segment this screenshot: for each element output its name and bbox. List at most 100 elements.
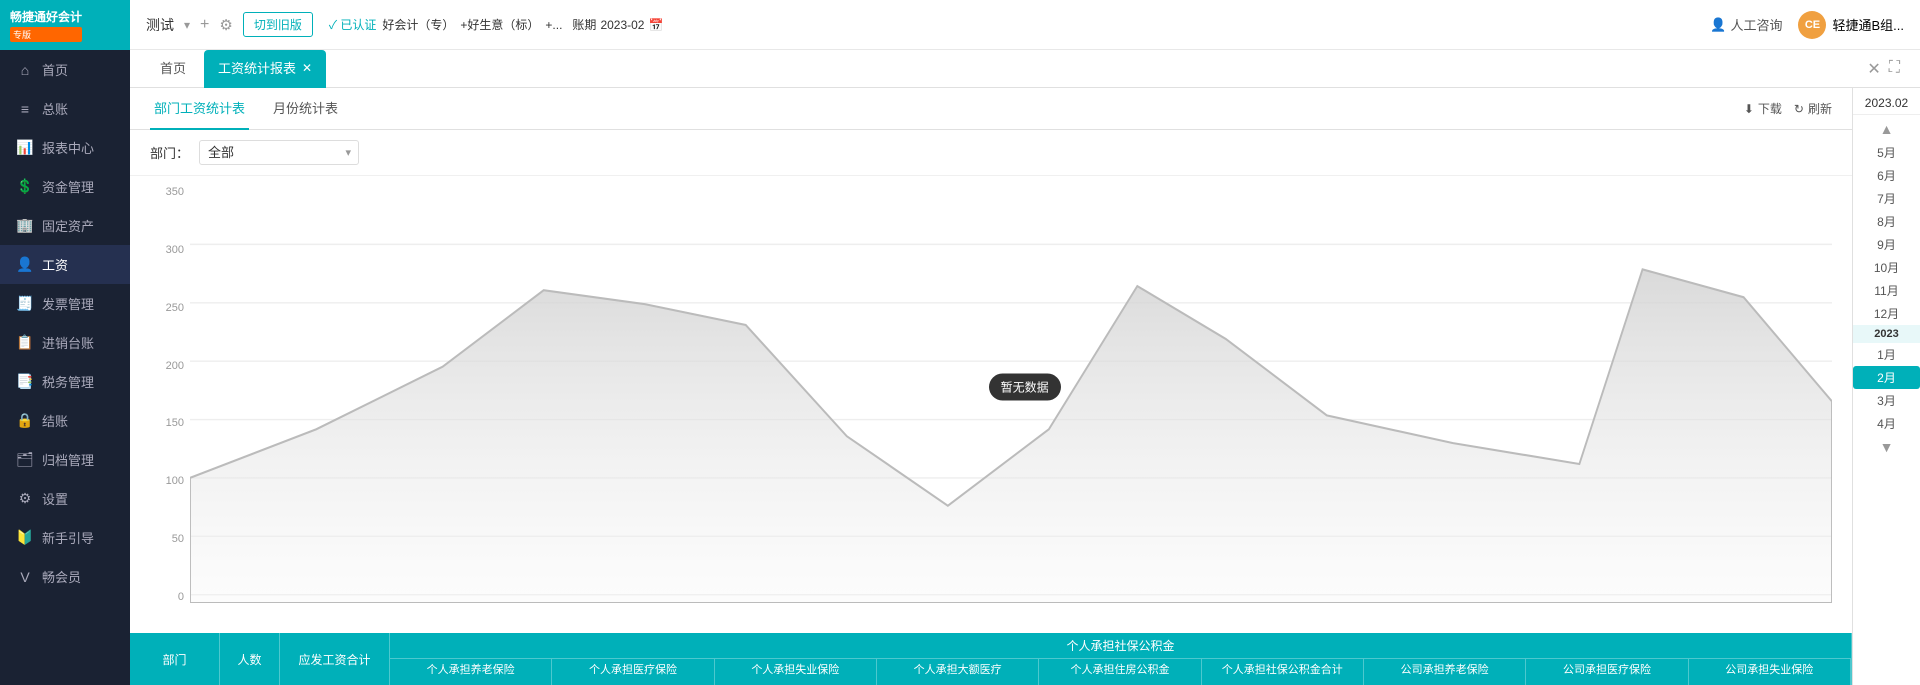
tab-bar: 首页 工资统计报表 ✕ ✕ ⛶ (130, 50, 1920, 88)
sidebar-item-label: 工资 (42, 255, 68, 274)
tab-close-icon[interactable]: ✕ (302, 61, 312, 75)
avatar: CE (1798, 11, 1826, 39)
th-personal-housing: 个人承担住房公积金 (1039, 659, 1201, 685)
sidebar-item-label: 税务管理 (42, 372, 94, 391)
date-nav-down[interactable]: ▼ (1853, 435, 1920, 459)
th-personal-major-medical: 个人承担大额医疗 (877, 659, 1039, 685)
sub-actions: ⬇ 下载 ↻ 刷新 (1744, 100, 1832, 117)
calendar-icon[interactable]: 📅 (648, 18, 663, 32)
period-label: 账期 (572, 16, 596, 33)
user-area[interactable]: CE 轻捷通B组... (1798, 11, 1904, 39)
y-label-0: 0 (178, 591, 184, 603)
support-button[interactable]: 👤 人工咨询 (1710, 15, 1782, 34)
sidebar-item-label: 畅会员 (42, 567, 81, 586)
tab-home-label: 首页 (160, 58, 186, 77)
tab-salary-report-label: 工资统计报表 (218, 58, 296, 77)
asset-icon: 🏢 (16, 217, 34, 234)
sidebar-item-label: 首页 (42, 60, 68, 79)
top-header: 测试 ▾ + ⚙ 切到旧版 ✓ 已认证 好会计（专） +好生意（标） +... … (130, 0, 1920, 50)
sidebar-item-guide[interactable]: 🔰 新手引导 (0, 518, 130, 557)
sidebar-item-report[interactable]: 📊 报表中心 (0, 128, 130, 167)
download-button[interactable]: ⬇ 下载 (1744, 100, 1782, 117)
switch-version-button[interactable]: 切到旧版 (243, 12, 313, 37)
dept-filter-wrap: 全部 研发部 销售部 财务部 行政部 (199, 140, 359, 165)
sub-tab-monthly[interactable]: 月份统计表 (269, 88, 342, 130)
sidebar-item-home[interactable]: ⌂ 首页 (0, 50, 130, 89)
refresh-button[interactable]: ↻ 刷新 (1794, 100, 1832, 117)
date-2023-month-1[interactable]: 1月 (1853, 343, 1920, 366)
main-area: 测试 ▾ + ⚙ 切到旧版 ✓ 已认证 好会计（专） +好生意（标） +... … (130, 0, 1920, 685)
header-tags: ✓ 已认证 好会计（专） +好生意（标） +... (329, 16, 563, 33)
settings-button[interactable]: ⚙ (219, 16, 232, 34)
dept-select[interactable]: 全部 研发部 销售部 财务部 行政部 (199, 140, 359, 165)
th-company-unemployment: 公司承担失业保险 (1689, 659, 1851, 685)
th-company-pension: 公司承担养老保险 (1364, 659, 1526, 685)
support-label: 人工咨询 (1730, 15, 1782, 34)
sidebar-item-asset[interactable]: 🏢 固定资产 (0, 206, 130, 245)
th-company-medical: 公司承担医疗保险 (1526, 659, 1688, 685)
sub-tab-monthly-label: 月份统计表 (273, 98, 338, 117)
sidebar-item-close[interactable]: 🔒 结账 (0, 401, 130, 440)
certified-tag: ✓ 已认证 (329, 16, 377, 33)
y-axis: 350 300 250 200 150 100 50 0 (150, 186, 190, 603)
member-icon: V (16, 569, 34, 585)
date-month-6[interactable]: 6月 (1853, 164, 1920, 187)
sidebar-item-label: 设置 (42, 489, 68, 508)
date-sidebar: 2023.02 ▲ 5月 6月 7月 8月 9月 10月 11月 12月 202… (1852, 88, 1920, 685)
gear-icon: ⚙ (16, 490, 34, 507)
y-label-350: 350 (166, 186, 184, 198)
user-name: 轻捷通B组... (1832, 15, 1904, 34)
refresh-label: 刷新 (1808, 100, 1832, 117)
date-month-7[interactable]: 7月 (1853, 187, 1920, 210)
date-month-10[interactable]: 10月 (1853, 256, 1920, 279)
date-month-12[interactable]: 12月 (1853, 302, 1920, 325)
report-icon: 📊 (16, 139, 34, 156)
sidebar-item-salary[interactable]: 👤 工资 (0, 245, 130, 284)
sidebar-item-fund[interactable]: 💲 资金管理 (0, 167, 130, 206)
date-2023-month-2[interactable]: 2月 (1853, 366, 1920, 389)
th-personal-total: 个人承担社保公积金合计 (1202, 659, 1364, 685)
date-month-8[interactable]: 8月 (1853, 210, 1920, 233)
sidebar-item-label: 进销台账 (42, 333, 94, 352)
content-main: 部门工资统计表 月份统计表 ⬇ 下载 ↻ 刷新 (130, 88, 1852, 685)
sub-tabs: 部门工资统计表 月份统计表 (150, 88, 342, 130)
tab-salary-report[interactable]: 工资统计报表 ✕ (204, 50, 326, 88)
sidebar-item-archive[interactable]: 🗂 归档管理 (0, 440, 130, 479)
sidebar-item-member[interactable]: V 畅会员 (0, 557, 130, 596)
close-panel-icon[interactable]: ✕ (1867, 59, 1880, 79)
filter-bar: 部门： 全部 研发部 销售部 财务部 行政部 (130, 130, 1852, 176)
sidebar-item-label: 新手引导 (42, 528, 94, 547)
salary-icon: 👤 (16, 256, 34, 273)
date-nav-up[interactable]: ▲ (1853, 117, 1920, 141)
expand-icon[interactable]: ⛶ (1889, 59, 1900, 79)
date-2023-month-3[interactable]: 3月 (1853, 389, 1920, 412)
date-2023-month-4[interactable]: 4月 (1853, 412, 1920, 435)
tax-icon: 📑 (16, 373, 34, 390)
project-dropdown-icon[interactable]: ▾ (184, 18, 190, 32)
sidebar-item-purchase[interactable]: 📋 进销台账 (0, 323, 130, 362)
content-area: 部门工资统计表 月份统计表 ⬇ 下载 ↻ 刷新 (130, 88, 1920, 685)
download-icon: ⬇ (1744, 102, 1754, 116)
date-month-5[interactable]: 5月 (1853, 141, 1920, 164)
chart-container: 350 300 250 200 150 100 50 0 暂无数据 (130, 176, 1852, 633)
sidebar-item-invoice[interactable]: 🧾 发票管理 (0, 284, 130, 323)
dept-filter-label: 部门： (150, 143, 189, 162)
chart-wrapper: 350 300 250 200 150 100 50 0 暂无数据 (150, 186, 1832, 633)
sidebar-item-label: 归档管理 (42, 450, 94, 469)
support-icon: 👤 (1710, 17, 1726, 33)
tab-home[interactable]: 首页 (146, 50, 200, 88)
sidebar: 畅捷通好会计 专版 ⌂ 首页 ≡ 总账 📊 报表中心 💲 资金管理 🏢 固定资产… (0, 0, 130, 685)
y-label-100: 100 (166, 475, 184, 487)
archive-icon: 🗂 (16, 451, 34, 468)
date-month-9[interactable]: 9月 (1853, 233, 1920, 256)
th-social-sub: 个人承担养老保险 个人承担医疗保险 个人承担失业保险 个人承担大额医疗 个人承担 (390, 659, 1851, 685)
sub-tab-dept[interactable]: 部门工资统计表 (150, 88, 249, 130)
date-month-11[interactable]: 11月 (1853, 279, 1920, 302)
sidebar-item-ledger[interactable]: ≡ 总账 (0, 89, 130, 128)
sidebar-item-label: 发票管理 (42, 294, 94, 313)
sidebar-item-settings[interactable]: ⚙ 设置 (0, 479, 130, 518)
sidebar-item-tax[interactable]: 📑 税务管理 (0, 362, 130, 401)
tag1: 好会计（专） (382, 16, 454, 33)
sub-tab-dept-label: 部门工资统计表 (154, 98, 245, 117)
add-project-button[interactable]: + (200, 16, 209, 34)
